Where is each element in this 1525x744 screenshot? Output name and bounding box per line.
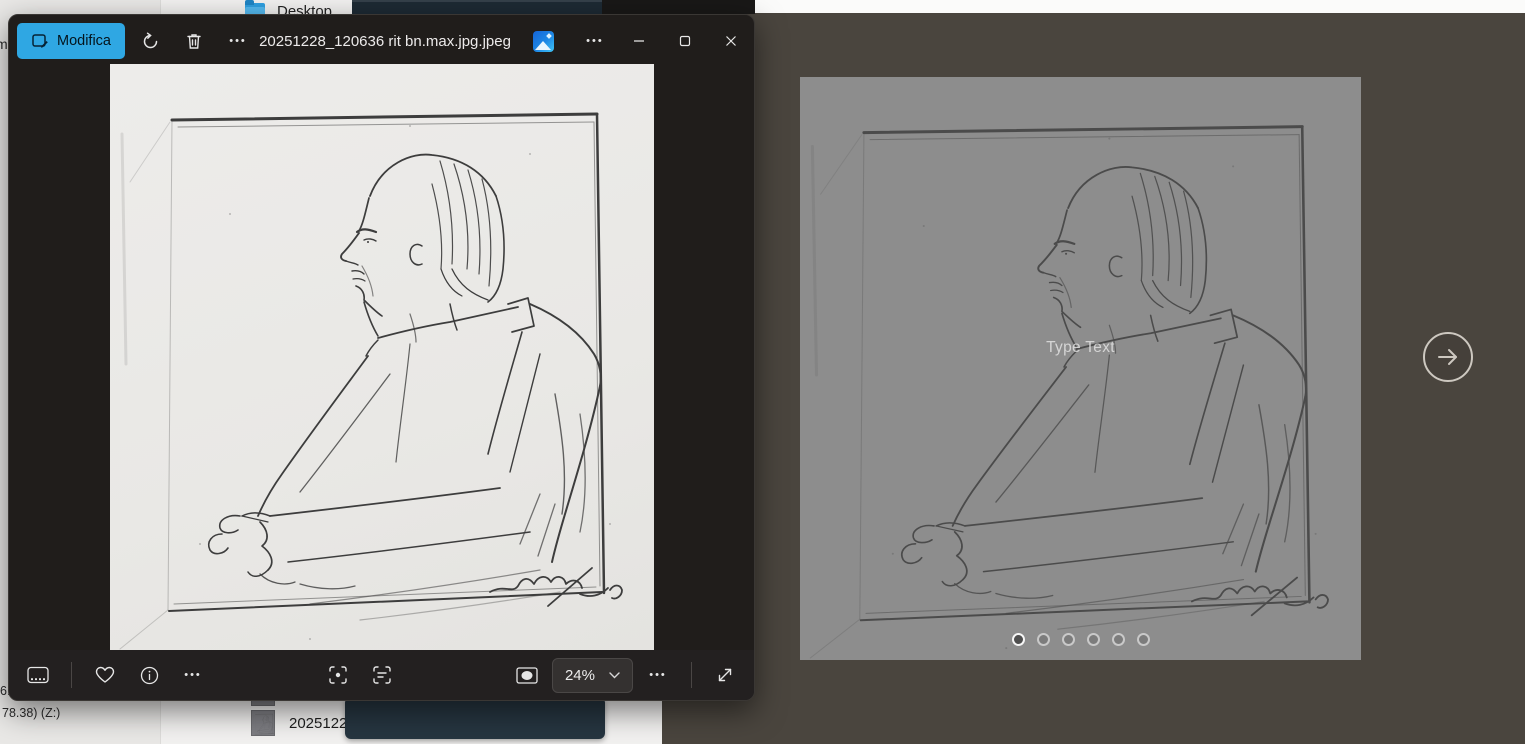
carousel-dot-1[interactable]: [1011, 633, 1025, 646]
close-button[interactable]: [708, 15, 754, 67]
maximize-icon: [679, 35, 691, 47]
file-row[interactable]: 2025122: [251, 710, 347, 736]
close-icon: [726, 36, 736, 46]
arrow-right-icon: [1438, 349, 1457, 365]
text-actions-button[interactable]: [363, 657, 401, 693]
toolbar-divider: [691, 662, 692, 688]
more-options-button[interactable]: •••: [219, 23, 257, 59]
background-photo-canvas[interactable]: Type Text: [800, 77, 1361, 660]
bottom-toolbar: ••• 24% •••: [9, 650, 754, 700]
filmstrip-icon: [27, 666, 49, 684]
info-icon: [140, 666, 158, 684]
filmstrip-button[interactable]: [19, 657, 57, 693]
visual-search-icon: [329, 666, 347, 684]
file-thumbnail-icon: [251, 710, 275, 736]
next-arrow-button[interactable]: [1423, 332, 1473, 382]
photos-app-icon: [532, 30, 554, 52]
toolbar-divider: [71, 662, 72, 688]
carousel-dot-4[interactable]: [1086, 633, 1100, 646]
carousel-dot-5[interactable]: [1111, 633, 1125, 646]
background-viewer-panel: Type Text: [755, 13, 1525, 744]
edit-button-label: Modifica: [57, 33, 111, 49]
delete-button[interactable]: [175, 23, 213, 59]
zoom-level-value: 24%: [564, 666, 595, 684]
ellipsis-icon: •••: [586, 35, 604, 47]
ellipsis-icon: •••: [649, 669, 667, 681]
heart-icon: [95, 666, 115, 683]
background-window-top-strip: [755, 0, 1525, 13]
chevron-down-icon: [609, 671, 620, 678]
type-text-placeholder[interactable]: Type Text: [800, 339, 1361, 357]
zoom-level-dropdown[interactable]: 24%: [551, 657, 633, 693]
favorite-button[interactable]: [86, 657, 124, 693]
trash-icon: [187, 33, 201, 49]
image-fill-icon: [516, 666, 538, 684]
explorer-selected-strip: [352, 0, 602, 14]
set-background-button[interactable]: [508, 657, 546, 693]
photo-scanned-sketch: [109, 63, 654, 651]
fullscreen-button[interactable]: [706, 657, 744, 693]
carousel-dot-6[interactable]: [1136, 633, 1150, 646]
screen: Desktop m 6: 78.38) (Z:) 2025122 Type Te…: [0, 0, 1525, 744]
rotate-icon: [143, 32, 157, 48]
rotate-button[interactable]: [131, 23, 169, 59]
minimize-icon: [634, 40, 644, 42]
edit-image-icon: [32, 34, 48, 48]
carousel-dots: [800, 633, 1361, 646]
info-button[interactable]: [130, 657, 168, 693]
carousel-dot-3[interactable]: [1061, 633, 1075, 646]
ellipsis-icon: •••: [184, 669, 202, 681]
sketch-portrait: [110, 64, 654, 651]
zoom-more-button[interactable]: •••: [639, 657, 677, 693]
photos-app-window: Modifica ••• 20251228_120636 rit bn.max.…: [8, 14, 755, 701]
drive-label-fragment: 78.38) (Z:): [2, 706, 61, 720]
explorer-selection-highlight: [345, 697, 605, 739]
maximize-button[interactable]: [662, 15, 708, 67]
more-tools-button[interactable]: •••: [174, 657, 212, 693]
text-extract-icon: [373, 666, 391, 684]
visual-search-button[interactable]: [319, 657, 357, 693]
edit-button[interactable]: Modifica: [17, 23, 125, 59]
titlebar: Modifica ••• 20251228_120636 rit bn.max.…: [9, 15, 754, 67]
ellipsis-icon: •••: [229, 35, 247, 47]
minimize-button[interactable]: [616, 15, 662, 67]
sketch-portrait: [800, 77, 1361, 660]
see-more-button[interactable]: •••: [576, 23, 614, 59]
clipped-text-fragment: m: [0, 36, 8, 52]
window-title-filename: 20251228_120636 rit bn.max.jpg.jpeg: [259, 32, 511, 50]
file-name: 2025122: [289, 714, 348, 732]
photo-viewer-canvas[interactable]: [9, 63, 754, 651]
fullscreen-expand-icon: [718, 668, 732, 682]
top-dark-strip: [602, 0, 762, 14]
carousel-dot-2[interactable]: [1036, 633, 1050, 646]
